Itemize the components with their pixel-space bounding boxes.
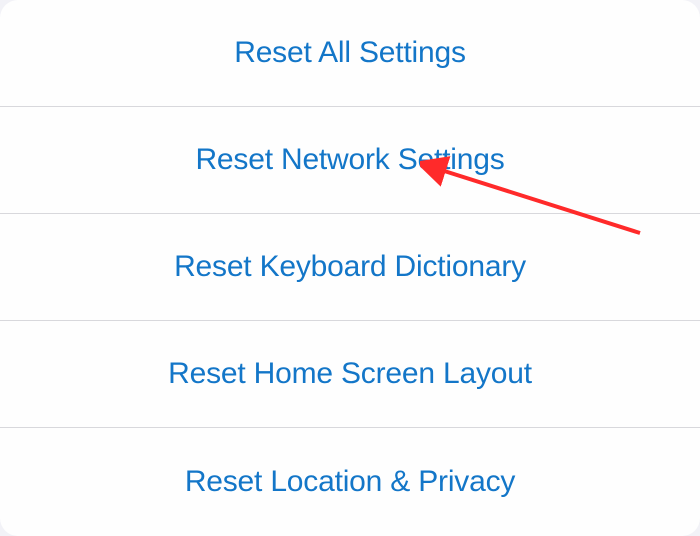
reset-home-screen-layout-item[interactable]: Reset Home Screen Layout — [0, 321, 700, 428]
reset-all-settings-item[interactable]: Reset All Settings — [0, 0, 700, 107]
reset-location-privacy-label: Reset Location & Privacy — [185, 465, 515, 499]
reset-network-settings-item[interactable]: Reset Network Settings — [0, 107, 700, 214]
reset-location-privacy-item[interactable]: Reset Location & Privacy — [0, 428, 700, 535]
reset-home-screen-layout-label: Reset Home Screen Layout — [168, 357, 532, 391]
reset-network-settings-label: Reset Network Settings — [195, 143, 504, 177]
reset-menu-list: Reset All Settings Reset Network Setting… — [0, 0, 700, 536]
reset-keyboard-dictionary-item[interactable]: Reset Keyboard Dictionary — [0, 214, 700, 321]
reset-all-settings-label: Reset All Settings — [234, 36, 466, 70]
reset-keyboard-dictionary-label: Reset Keyboard Dictionary — [174, 250, 526, 284]
